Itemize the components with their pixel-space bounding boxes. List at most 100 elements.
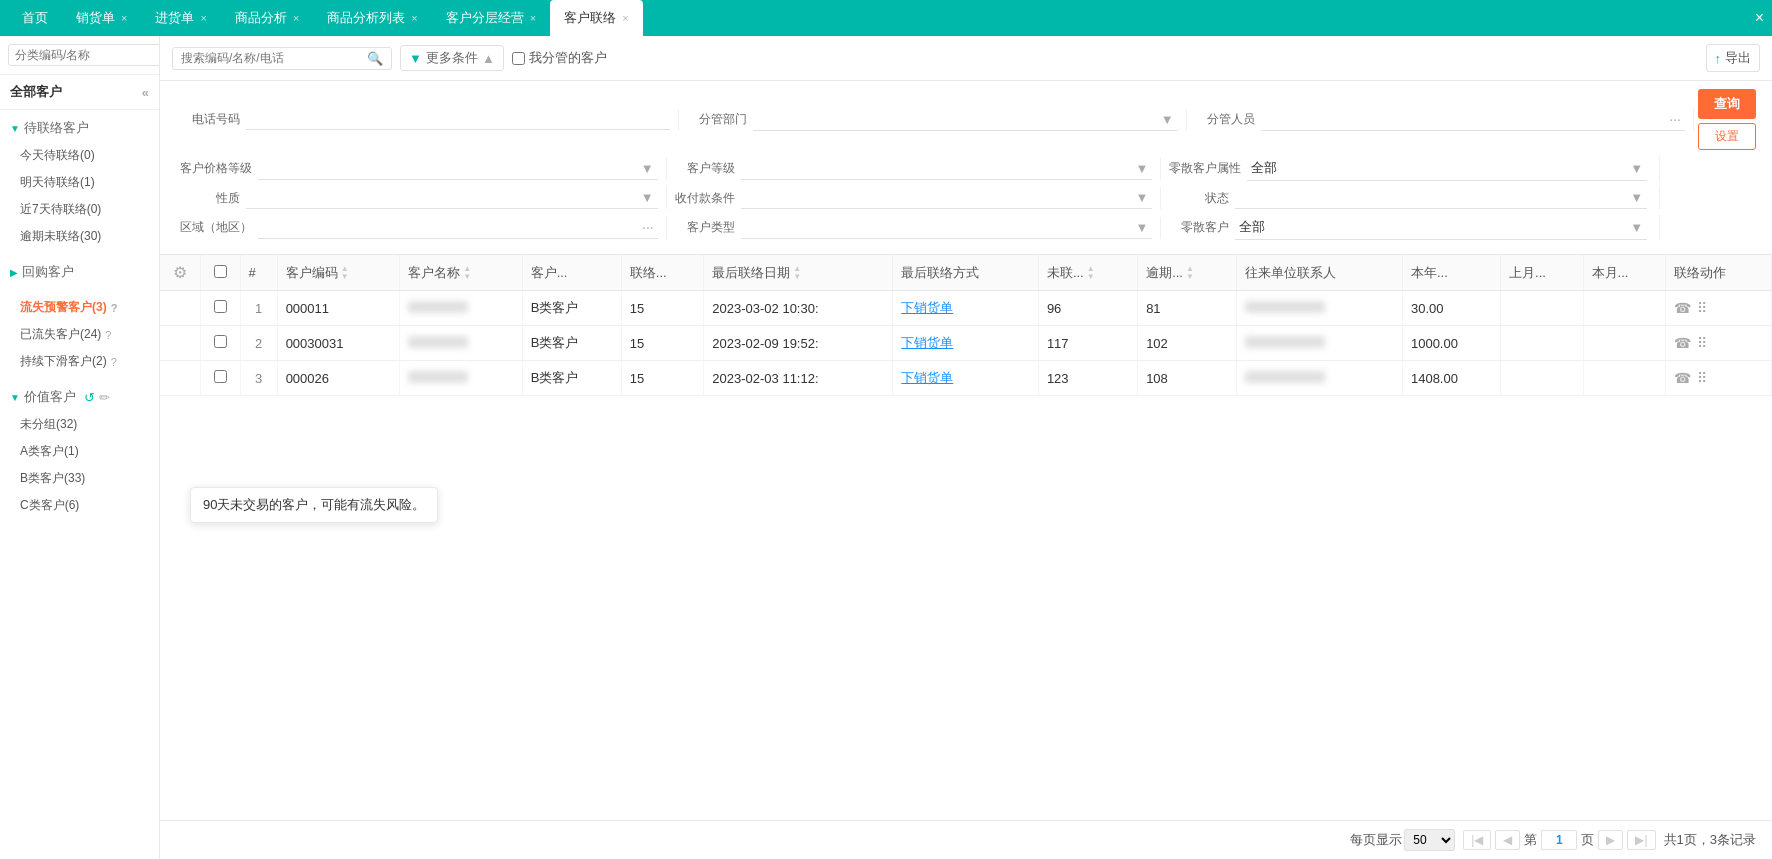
triangle-icon2: ▶ <box>10 267 18 278</box>
search-box: 🔍 <box>172 47 392 70</box>
search-button[interactable]: 🔍 <box>367 51 383 66</box>
checkbox-cell3 <box>200 361 240 396</box>
close-sales-tab[interactable]: × <box>121 12 127 24</box>
class-a[interactable]: A类客户(1) <box>0 438 159 465</box>
question-icon3: ? <box>111 356 117 368</box>
edit-icon[interactable]: ✏ <box>99 390 110 405</box>
uncontacted-sort-icon[interactable]: ▲▼ <box>1087 265 1095 281</box>
filter-row-2: 客户价格等级 ▼ 客户等级 ▼ 零散客户属性 全部 <box>172 156 1760 181</box>
close-product-list-tab[interactable]: × <box>411 12 417 24</box>
select-all-checkbox[interactable] <box>214 265 227 278</box>
contact-icon-row2[interactable]: ☎ <box>1674 335 1691 351</box>
class-b[interactable]: B类客户(33) <box>0 465 159 492</box>
zero-attr-select[interactable]: 全部 ▼ <box>1247 156 1647 181</box>
name-sort-icon[interactable]: ▲▼ <box>463 265 471 281</box>
settings-button[interactable]: 设置 <box>1698 123 1756 150</box>
tab-purchase[interactable]: 进货单 × <box>141 0 220 36</box>
today-contact[interactable]: 今天待联络(0) <box>0 142 159 169</box>
status-select[interactable]: ▼ <box>1235 187 1647 209</box>
date-sort-icon[interactable]: ▲▼ <box>793 265 801 281</box>
table-row: 3 000026 B类客户 15 2023-02-03 11:12: 下销货单 … <box>160 361 1772 396</box>
close-customer-contact-tab[interactable]: × <box>622 12 628 24</box>
tab-sales[interactable]: 销货单 × <box>62 0 141 36</box>
payment-select[interactable]: ▼ <box>741 187 1153 209</box>
query-button[interactable]: 查询 <box>1698 89 1756 119</box>
row1-last-month <box>1501 291 1584 326</box>
checkbox-column <box>200 255 240 291</box>
refresh-icon[interactable]: ↺ <box>84 390 95 405</box>
ellipsis-icon[interactable]: ··· <box>1669 111 1681 127</box>
close-purchase-tab[interactable]: × <box>200 12 206 24</box>
region-select[interactable]: ··· <box>258 216 658 239</box>
close-customer-layer-tab[interactable]: × <box>530 12 536 24</box>
customer-type-select[interactable]: ▼ <box>741 217 1153 239</box>
filter-row-1: 电话号码 分管部门 ▼ 分管人员 ··· <box>172 89 1760 150</box>
manager-select[interactable]: ··· <box>1261 108 1685 131</box>
overdue-sort-icon[interactable]: ▲▼ <box>1186 265 1194 281</box>
class-c[interactable]: C类客户(6) <box>0 492 159 519</box>
row3-last-way: 下销货单 <box>893 361 1039 396</box>
more-conditions-btn[interactable]: ▼ 更多条件 ▲ <box>400 45 504 71</box>
row1-checkbox[interactable] <box>214 300 227 313</box>
ungrouped[interactable]: 未分组(32) <box>0 411 159 438</box>
prev-page-btn[interactable]: ◀ <box>1495 830 1520 850</box>
dept-select[interactable]: ▼ <box>753 109 1177 131</box>
gender-select[interactable]: ▼ <box>246 187 658 209</box>
row3-uncontacted: 123 <box>1038 361 1137 396</box>
value-title[interactable]: ▼ 价值客户 ↺ ✏ <box>0 383 159 411</box>
contact-icon-row1[interactable]: ☎ <box>1674 300 1691 316</box>
tomorrow-contact[interactable]: 明天待联络(1) <box>0 169 159 196</box>
more-icon-row1[interactable]: ⠿ <box>1697 300 1707 316</box>
pending-contact-title[interactable]: ▼ 待联络客户 <box>0 114 159 142</box>
table-row: 1 000011 B类客户 15 2023-03-02 10:30: 下销货单 … <box>160 291 1772 326</box>
contact-icon-row3[interactable]: ☎ <box>1674 370 1691 386</box>
declining-customers[interactable]: 持续下滑客户(2) ? <box>0 348 159 375</box>
export-button[interactable]: ↑ 导出 <box>1706 44 1761 72</box>
window-close[interactable]: × <box>1755 9 1764 27</box>
tab-customer-layer[interactable]: 客户分层经营 × <box>432 0 550 36</box>
churn-warning-item[interactable]: 流失预警客户(3) ? <box>0 294 159 321</box>
contact-column-header: 联络... <box>621 255 704 291</box>
gear-icon[interactable]: ⚙ <box>173 264 187 281</box>
ellipsis-icon2[interactable]: ··· <box>642 219 654 235</box>
zero-customer-select[interactable]: 全部 ▼ <box>1235 215 1647 240</box>
tab-bar: 首页 销货单 × 进货单 × 商品分析 × 商品分析列表 × 客户分层经营 × … <box>0 0 1772 36</box>
tab-product-analysis[interactable]: 商品分析 × <box>221 0 313 36</box>
already-churned[interactable]: 已流失客户(24) ? <box>0 321 159 348</box>
uncontacted-column-header: 未联... ▲▼ <box>1038 255 1137 291</box>
price-grade-select[interactable]: ▼ <box>258 158 658 180</box>
overdue-contact[interactable]: 逾期未联络(30) <box>0 223 159 250</box>
customer-grade-select[interactable]: ▼ <box>741 158 1153 180</box>
more-icon-row2[interactable]: ⠿ <box>1697 335 1707 351</box>
code-sort-icon[interactable]: ▲▼ <box>341 265 349 281</box>
filter-panel: 电话号码 分管部门 ▼ 分管人员 ··· <box>160 81 1772 255</box>
row1-contact: 15 <box>621 291 704 326</box>
my-customers-checkbox[interactable] <box>512 52 525 65</box>
phone-input[interactable] <box>246 109 670 130</box>
last-page-btn[interactable]: ▶| <box>1627 830 1655 850</box>
repurchase-section: ▶ 回购客户 <box>0 254 159 290</box>
more-icon-row3[interactable]: ⠿ <box>1697 370 1707 386</box>
tab-product-list[interactable]: 商品分析列表 × <box>313 0 431 36</box>
row1-uncontacted: 96 <box>1038 291 1137 326</box>
week-contact[interactable]: 近7天待联络(0) <box>0 196 159 223</box>
chevron-down-icon3: ▼ <box>1135 161 1148 176</box>
close-product-analysis-tab[interactable]: × <box>293 12 299 24</box>
tab-home[interactable]: 首页 <box>8 0 62 36</box>
row2-checkbox[interactable] <box>214 335 227 348</box>
page-input[interactable] <box>1541 830 1577 850</box>
next-page-btn[interactable]: ▶ <box>1598 830 1623 850</box>
first-page-btn[interactable]: |◀ <box>1463 830 1491 850</box>
row3-checkbox[interactable] <box>214 370 227 383</box>
page-size-selector: 每页显示 50 100 <box>1350 829 1455 851</box>
row2-uncontacted: 117 <box>1038 326 1137 361</box>
sidebar-all-customers[interactable]: 全部客户 « <box>0 75 159 110</box>
search-input[interactable] <box>181 51 363 65</box>
page-size-select[interactable]: 50 100 <box>1404 829 1455 851</box>
repurchase-title[interactable]: ▶ 回购客户 <box>0 258 159 286</box>
tab-customer-contact[interactable]: 客户联络 × <box>550 0 642 36</box>
filter-customer-grade: 客户等级 ▼ <box>667 158 1162 180</box>
sidebar-search-input[interactable] <box>8 44 160 66</box>
row3-this-month <box>1583 361 1666 396</box>
row2-name <box>400 326 523 361</box>
